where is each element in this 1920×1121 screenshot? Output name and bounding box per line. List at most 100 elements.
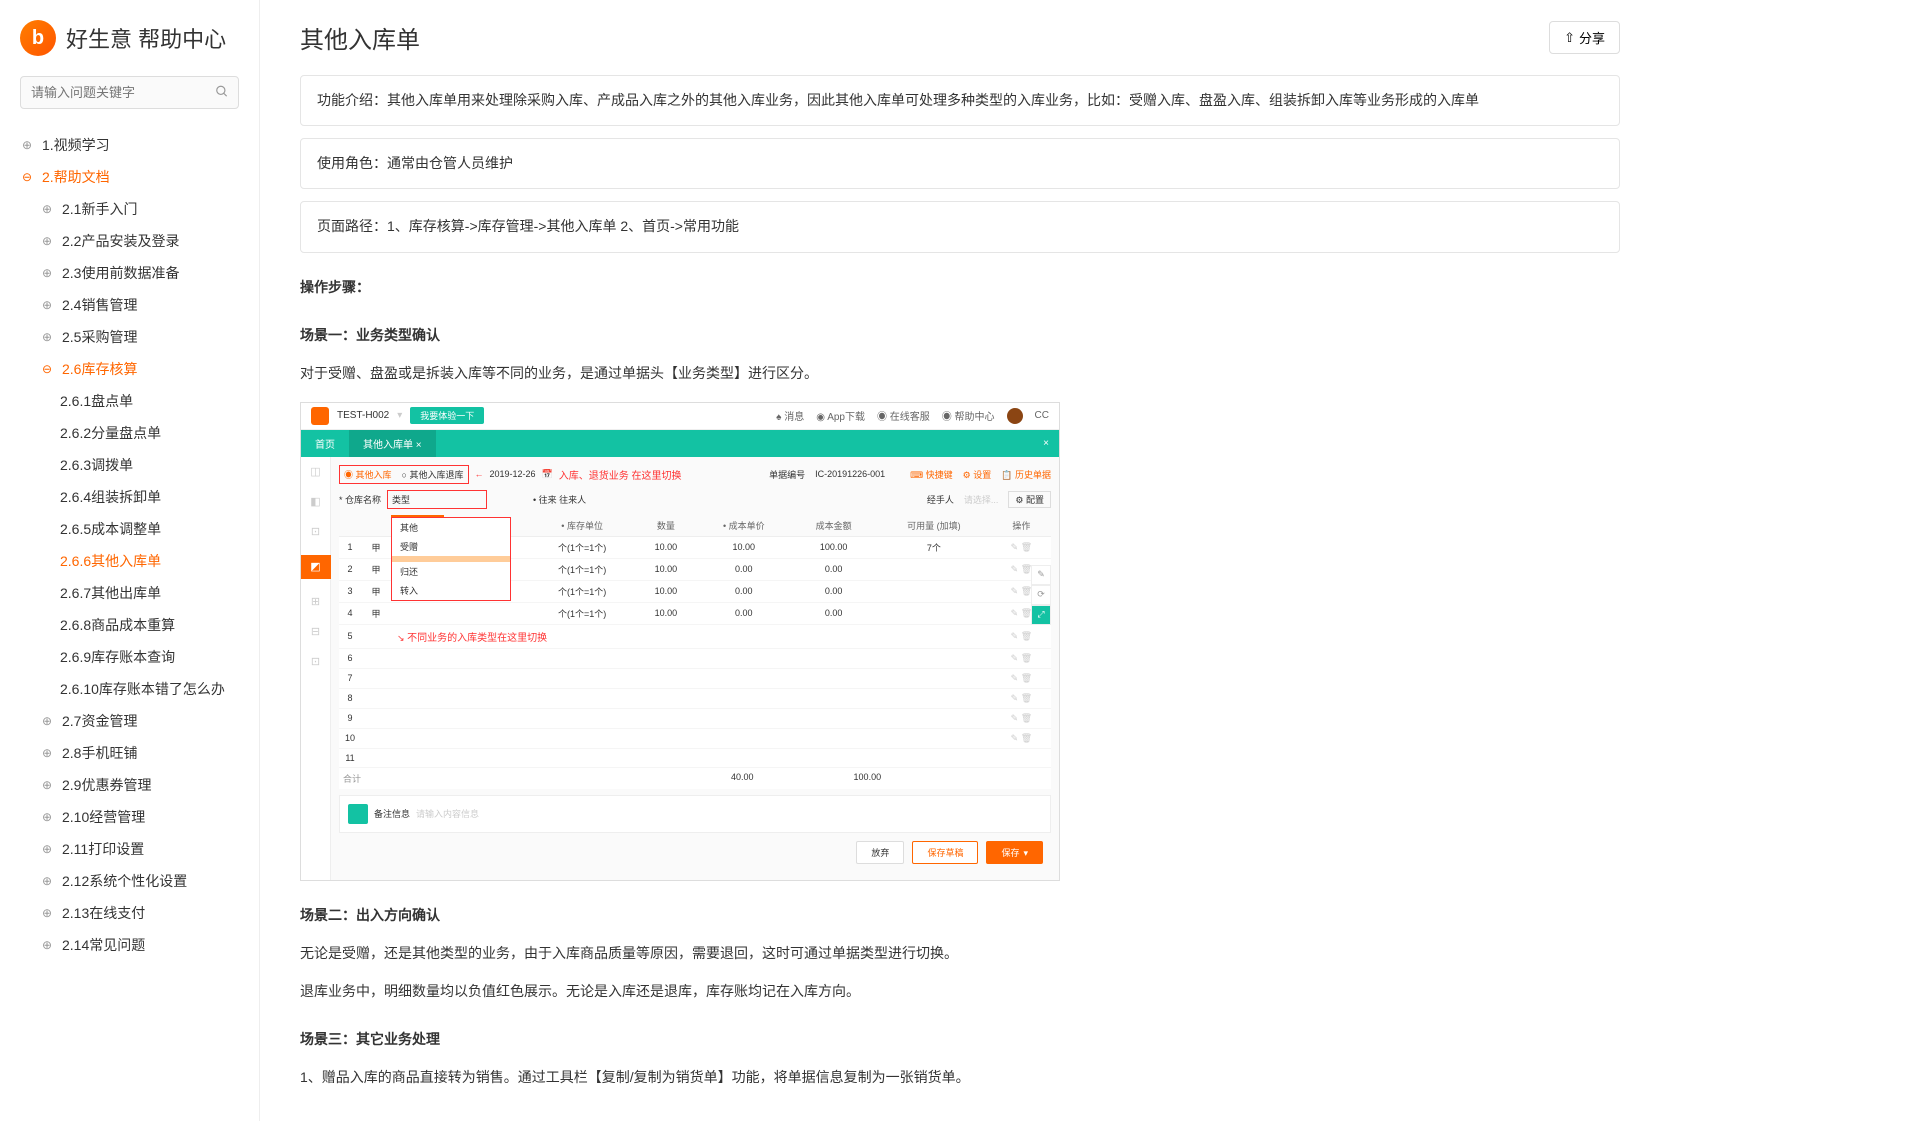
share-icon: ⇧ xyxy=(1564,30,1575,46)
ss-btn-save: 保存▾ xyxy=(986,841,1043,864)
nav-2-12[interactable]: ⊕2.12系统个性化设置 xyxy=(20,865,259,897)
nav-2-6-10[interactable]: 2.6.10库存账本错了怎么办 xyxy=(20,673,259,705)
ss-type-dropdown: 其他 受赠 归还 转入 xyxy=(391,517,511,601)
nav-2-5[interactable]: ⊕2.5采购管理 xyxy=(20,321,259,353)
scene2-text2: 退库业务中，明细数量均以负值红色展示。无论是入库还是退库，库存账均记在入库方向。 xyxy=(300,977,1620,1005)
scene1-title: 场景一：业务类型确认 xyxy=(300,321,1620,349)
app-screenshot: TEST-H002 ▾ 我要体验一下 ♠ 消息 ◉ App下载 ◉ 在线客服 ◉… xyxy=(300,402,1060,881)
nav-2-6-5[interactable]: 2.6.5成本调整单 xyxy=(20,513,259,545)
ss-radio-in: ◉ 其他入库 xyxy=(344,470,392,480)
nav-2-6-1[interactable]: 2.6.1盘点单 xyxy=(20,385,259,417)
ss-type-field: 类型 xyxy=(387,490,487,509)
nav-2-6-2[interactable]: 2.6.2分量盘点单 xyxy=(20,417,259,449)
ss-link-msg: ♠ 消息 xyxy=(776,408,804,423)
plus-icon: ⊕ xyxy=(40,874,54,888)
nav-docs[interactable]: ⊖2.帮助文档 xyxy=(20,161,259,193)
nav-2-6-4[interactable]: 2.6.4组装拆卸单 xyxy=(20,481,259,513)
plus-icon: ⊕ xyxy=(20,138,34,152)
ss-tabs: 首页 其他入库单 × × xyxy=(301,430,1059,457)
ss-date: 2019-12-26 xyxy=(490,469,536,479)
nav-2-6-8[interactable]: 2.6.8商品成本重算 xyxy=(20,609,259,641)
nav-2-13[interactable]: ⊕2.13在线支付 xyxy=(20,897,259,929)
minus-icon: ⊖ xyxy=(20,170,34,184)
ss-notes: 备注信息 请输入内容信息 xyxy=(339,795,1051,833)
path-label: 页面路径： xyxy=(317,218,387,234)
ss-radio-return: ○ 其他入库退库 xyxy=(402,470,464,480)
intro-box: 功能介绍：其他入库单用来处理除采购入库、产成品入库之外的其他入库业务，因此其他入… xyxy=(300,75,1620,126)
nav-2-6-3[interactable]: 2.6.3调拨单 xyxy=(20,449,259,481)
path-box: 页面路径：1、库存核算->库存管理->其他入库单 2、首页->常用功能 xyxy=(300,201,1620,252)
nav-2-4[interactable]: ⊕2.4销售管理 xyxy=(20,289,259,321)
nav-2-7[interactable]: ⊕2.7资金管理 xyxy=(20,705,259,737)
ss-link-app: ◉ App下载 xyxy=(816,408,865,423)
ss-operator-label: 经手人 xyxy=(927,493,954,506)
ss-totals-row: 合计 40.00 100.00 xyxy=(339,768,1051,789)
ss-topbar: TEST-H002 ▾ 我要体验一下 ♠ 消息 ◉ App下载 ◉ 在线客服 ◉… xyxy=(301,403,1059,430)
search-icon[interactable] xyxy=(215,84,229,101)
nav-2-9[interactable]: ⊕2.9优惠券管理 xyxy=(20,769,259,801)
ss-float-icon-3: ⤢ xyxy=(1031,605,1051,625)
ss-side-icon-7: ⊡ xyxy=(309,655,323,669)
page-title: 其他入库单 xyxy=(300,20,420,55)
ss-float-icon-2: ⟳ xyxy=(1031,585,1051,605)
nav-2-1[interactable]: ⊕2.1新手入门 xyxy=(20,193,259,225)
ss-tabs-close-icon: × xyxy=(1033,432,1059,455)
ss-btn-draft: 保存草稿 xyxy=(912,841,978,864)
nav-2-6[interactable]: ⊖2.6库存核算 xyxy=(20,353,259,385)
ss-floating-toolbar: ✎ ⟳ ⤢ xyxy=(1031,565,1051,625)
intro-text: 其他入库单用来处理除采购入库、产成品入库之外的其他入库业务，因此其他入库单可处理… xyxy=(387,92,1479,108)
ss-sidebar: ◫ ◧ ⊡ ◩ ⊞ ⊟ ⊡ xyxy=(301,457,331,880)
ss-experience-btn: 我要体验一下 xyxy=(410,407,484,424)
ss-link-cs: ◉ 在线客服 xyxy=(877,408,930,423)
ss-btn-cancel: 放弃 xyxy=(856,841,904,864)
nav-video[interactable]: ⊕1.视频学习 xyxy=(20,129,259,161)
nav-2-2[interactable]: ⊕2.2产品安装及登录 xyxy=(20,225,259,257)
scene2-text1: 无论是受赠，还是其他类型的业务，由于入库商品质量等原因，需要退回，这时可通过单据… xyxy=(300,939,1620,967)
minus-icon: ⊖ xyxy=(40,362,54,376)
plus-icon: ⊕ xyxy=(40,842,54,856)
ss-float-icon-1: ✎ xyxy=(1031,565,1051,585)
ss-radio-group: ◉ 其他入库 ○ 其他入库退库 xyxy=(339,465,469,484)
ss-company: TEST-H002 xyxy=(337,410,389,421)
search-box xyxy=(20,76,239,109)
role-box: 使用角色：通常由仓管人员维护 xyxy=(300,138,1620,189)
search-input[interactable] xyxy=(20,76,239,109)
ss-tab-active: 其他入库单 × xyxy=(349,430,436,457)
main-content: 其他入库单 ⇧ 分享 功能介绍：其他入库单用来处理除采购入库、产成品入库之外的其… xyxy=(260,0,1660,1121)
plus-icon: ⊕ xyxy=(40,298,54,312)
ss-side-icon-2: ◧ xyxy=(309,495,323,509)
intro-label: 功能介绍： xyxy=(317,92,387,108)
ss-side-icon-1: ◫ xyxy=(309,465,323,479)
plus-icon: ⊕ xyxy=(40,266,54,280)
ss-side-icon-3: ⊡ xyxy=(309,525,323,539)
ss-user: CC xyxy=(1035,410,1049,421)
plus-icon: ⊕ xyxy=(40,810,54,824)
scene2-title: 场景二：出入方向确认 xyxy=(300,901,1620,929)
plus-icon: ⊕ xyxy=(40,714,54,728)
page-header: 其他入库单 ⇧ 分享 xyxy=(300,20,1620,55)
ss-tab-home: 首页 xyxy=(301,430,349,457)
nav-2-6-6[interactable]: 2.6.6其他入库单 xyxy=(20,545,259,577)
nav-2-6-7[interactable]: 2.6.7其他出库单 xyxy=(20,577,259,609)
nav-2-14[interactable]: ⊕2.14常见问题 xyxy=(20,929,259,961)
nav-2-10[interactable]: ⊕2.10经营管理 xyxy=(20,801,259,833)
logo-icon: b xyxy=(20,20,56,56)
sidebar: b 好生意 帮助中心 ⊕1.视频学习 ⊖2.帮助文档 ⊕2.1新手入门 ⊕2.2… xyxy=(0,0,260,1121)
ss-client-label: • 往来 往来人 xyxy=(533,493,586,506)
role-label: 使用角色： xyxy=(317,155,387,171)
scene3-text: 1、赠品入库的商品直接转为销售。通过工具栏【复制/复制为销货单】功能，将单据信息… xyxy=(300,1063,1620,1091)
plus-icon: ⊕ xyxy=(40,330,54,344)
nav-2-6-9[interactable]: 2.6.9库存账本查询 xyxy=(20,641,259,673)
ss-warehouse-label: * 仓库名称 xyxy=(339,493,381,506)
ss-notes-icon xyxy=(348,804,368,824)
plus-icon: ⊕ xyxy=(40,202,54,216)
plus-icon: ⊕ xyxy=(40,906,54,920)
nav-2-3[interactable]: ⊕2.3使用前数据准备 xyxy=(20,257,259,289)
nav-2-8[interactable]: ⊕2.8手机旺铺 xyxy=(20,737,259,769)
role-text: 通常由仓管人员维护 xyxy=(387,155,513,171)
ss-side-icon-5: ⊞ xyxy=(309,595,323,609)
ss-avatar-icon xyxy=(1007,408,1023,424)
nav-2-11[interactable]: ⊕2.11打印设置 xyxy=(20,833,259,865)
share-button[interactable]: ⇧ 分享 xyxy=(1549,21,1620,54)
ss-doc-no: IC-20191226-001 xyxy=(815,469,885,479)
